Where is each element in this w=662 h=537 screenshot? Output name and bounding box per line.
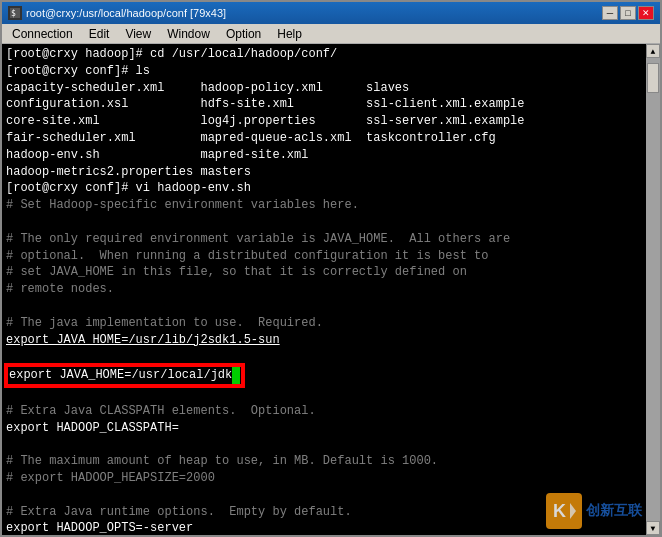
terminal-wrapper: [root@crxy hadoop]# cd /usr/local/hadoop… bbox=[2, 44, 660, 535]
line-25: # The maximum amount of heap to use, in … bbox=[6, 453, 642, 470]
line-20: export JAVA_HOME=/usr/local/jdk bbox=[6, 365, 642, 386]
svg-text:$: $ bbox=[11, 9, 16, 18]
line-17: # The java implementation to use. Requir… bbox=[6, 315, 642, 332]
menu-view[interactable]: View bbox=[117, 24, 159, 43]
line-23: export HADOOP_CLASSPATH= bbox=[6, 420, 642, 437]
menu-option[interactable]: Option bbox=[218, 24, 269, 43]
line-8: hadoop-metrics2.properties masters bbox=[6, 164, 642, 181]
scroll-down-button[interactable]: ▼ bbox=[646, 521, 660, 535]
svg-text:K: K bbox=[553, 501, 566, 521]
watermark-logo-svg: K bbox=[548, 495, 580, 527]
scroll-up-button[interactable]: ▲ bbox=[646, 44, 660, 58]
close-button[interactable]: ✕ bbox=[638, 6, 654, 20]
line-9: [root@crxy conf]# vi hadoop-env.sh bbox=[6, 180, 642, 197]
terminal[interactable]: [root@crxy hadoop]# cd /usr/local/hadoop… bbox=[2, 44, 646, 535]
line-18: export JAVA_HOME=/usr/lib/j2sdk1.5-sun bbox=[6, 332, 642, 349]
menu-edit[interactable]: Edit bbox=[81, 24, 118, 43]
watermark-logo: K bbox=[546, 493, 582, 529]
line-14: # set JAVA_HOME in this file, so that it… bbox=[6, 264, 642, 281]
main-window: $ root@crxy:/usr/local/hadoop/conf [79x4… bbox=[0, 0, 662, 537]
menu-bar: Connection Edit View Window Option Help bbox=[2, 24, 660, 44]
title-bar: $ root@crxy:/usr/local/hadoop/conf [79x4… bbox=[2, 2, 660, 24]
scrollbar[interactable]: ▲ ▼ bbox=[646, 44, 660, 535]
terminal-icon: $ bbox=[8, 6, 22, 20]
line-1: [root@crxy hadoop]# cd /usr/local/hadoop… bbox=[6, 46, 642, 63]
title-bar-left: $ root@crxy:/usr/local/hadoop/conf [79x4… bbox=[8, 6, 226, 20]
line-15: # remote nodes. bbox=[6, 281, 642, 298]
line-13: # optional. When running a distributed c… bbox=[6, 248, 642, 265]
line-21 bbox=[6, 386, 642, 403]
line-2: [root@crxy conf]# ls bbox=[6, 63, 642, 80]
line-22: # Extra Java CLASSPATH elements. Optiona… bbox=[6, 403, 642, 420]
watermark: K 创新互联 bbox=[546, 493, 642, 529]
line-3: capacity-scheduler.xml hadoop-policy.xml… bbox=[6, 80, 642, 97]
watermark-text: 创新互联 bbox=[586, 501, 642, 521]
menu-connection[interactable]: Connection bbox=[4, 24, 81, 43]
window-title: root@crxy:/usr/local/hadoop/conf [79x43] bbox=[26, 7, 226, 19]
scroll-track[interactable] bbox=[646, 58, 660, 521]
line-12: # The only required environment variable… bbox=[6, 231, 642, 248]
line-7: hadoop-env.sh mapred-site.xml bbox=[6, 147, 642, 164]
line-24 bbox=[6, 436, 642, 453]
title-bar-controls: ─ □ ✕ bbox=[602, 6, 654, 20]
menu-help[interactable]: Help bbox=[269, 24, 310, 43]
cursor bbox=[232, 367, 240, 384]
line-11 bbox=[6, 214, 642, 231]
scroll-thumb[interactable] bbox=[647, 63, 659, 93]
line-26: # export HADOOP_HEAPSIZE=2000 bbox=[6, 470, 642, 487]
active-edit-line[interactable]: export JAVA_HOME=/usr/local/jdk bbox=[6, 365, 243, 386]
line-4: configuration.xsl hdfs-site.xml ssl-clie… bbox=[6, 96, 642, 113]
minimize-button[interactable]: ─ bbox=[602, 6, 618, 20]
line-10: # Set Hadoop-specific environment variab… bbox=[6, 197, 642, 214]
line-19 bbox=[6, 348, 642, 365]
line-16 bbox=[6, 298, 642, 315]
line-5: core-site.xml log4j.properties ssl-serve… bbox=[6, 113, 642, 130]
menu-window[interactable]: Window bbox=[159, 24, 218, 43]
line-6: fair-scheduler.xml mapred-queue-acls.xml… bbox=[6, 130, 642, 147]
maximize-button[interactable]: □ bbox=[620, 6, 636, 20]
